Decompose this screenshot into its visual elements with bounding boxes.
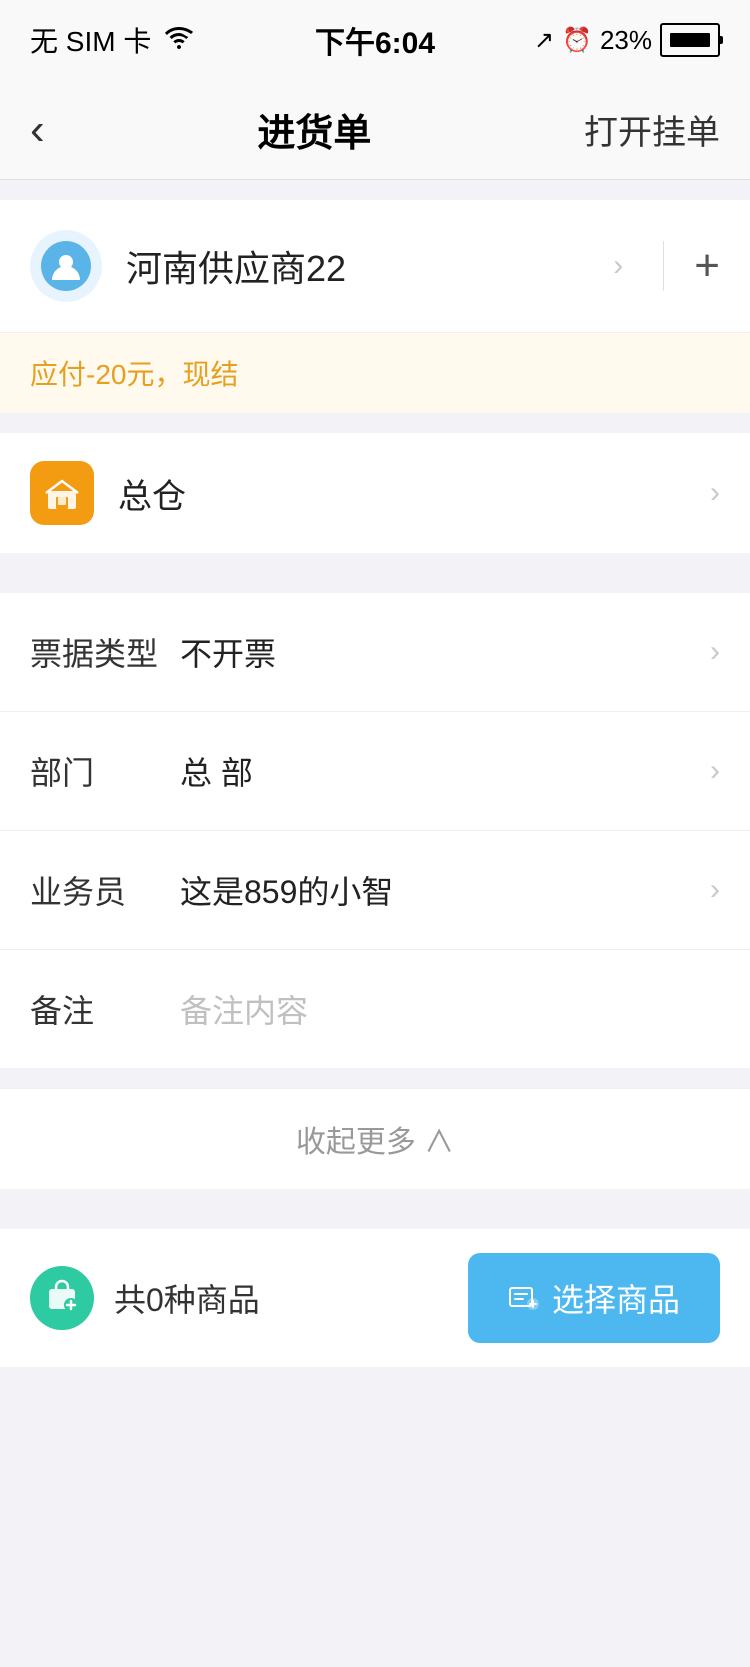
carrier-text: 无 SIM 卡 — [30, 20, 151, 60]
avatar-inner — [41, 241, 91, 291]
back-button[interactable]: ‹ — [30, 105, 45, 155]
product-count-label: 共0种商品 — [114, 1275, 468, 1321]
bottom-area — [0, 1367, 750, 1667]
supplier-avatar — [30, 230, 102, 302]
battery-icon — [660, 23, 720, 57]
warehouse-row[interactable]: 总仓 › — [0, 433, 750, 553]
product-bar: 共0种商品 选择商品 — [0, 1229, 750, 1367]
warehouse-name: 总仓 — [118, 469, 710, 518]
invoice-label: 票据类型 — [30, 629, 160, 675]
staff-value: 这是859的小智 — [160, 867, 710, 913]
wifi-icon — [161, 23, 197, 58]
location-icon: ↗ — [534, 26, 554, 55]
vertical-divider — [663, 241, 664, 291]
invoice-chevron-icon: › — [710, 635, 720, 669]
add-supplier-button[interactable]: + — [694, 241, 720, 291]
open-pending-button[interactable]: 打开挂单 — [584, 105, 720, 154]
supplier-notice: 应付-20元，现结 — [0, 333, 750, 413]
invoice-type-row[interactable]: 票据类型 不开票 › — [0, 593, 750, 712]
staff-row[interactable]: 业务员 这是859的小智 › — [0, 831, 750, 950]
section-divider-2 — [0, 553, 750, 573]
remark-input[interactable]: 备注内容 — [160, 986, 720, 1032]
staff-chevron-icon: › — [710, 873, 720, 907]
warehouse-section: 总仓 › — [0, 433, 750, 553]
product-icon — [30, 1266, 94, 1330]
collapse-button[interactable]: 收起更多 ∧ — [296, 1117, 454, 1161]
battery-text: 23% — [600, 25, 652, 56]
supplier-section: 河南供应商22 › + 应付-20元，现结 — [0, 200, 750, 413]
status-bar: 无 SIM 卡 下午6:04 ↗ ⏰ 23% — [0, 0, 750, 80]
warehouse-chevron-icon: › — [710, 476, 720, 510]
staff-label: 业务员 — [30, 867, 160, 913]
alarm-icon: ⏰ — [562, 26, 592, 55]
warehouse-icon — [30, 461, 94, 525]
select-product-label: 选择商品 — [552, 1275, 680, 1321]
dept-chevron-icon: › — [710, 754, 720, 788]
nav-bar: ‹ 进货单 打开挂单 — [0, 80, 750, 180]
section-divider-1 — [0, 413, 750, 433]
page-title: 进货单 — [257, 102, 371, 157]
supplier-row[interactable]: 河南供应商22 › + — [0, 200, 750, 333]
section-divider-3 — [0, 1189, 750, 1209]
status-right-icons: ↗ ⏰ 23% — [534, 23, 720, 57]
top-divider — [0, 180, 750, 200]
select-product-button[interactable]: 选择商品 — [468, 1253, 720, 1343]
dept-label: 部门 — [30, 748, 160, 794]
department-row[interactable]: 部门 总 部 › — [0, 712, 750, 831]
form-section: 票据类型 不开票 › 部门 总 部 › 业务员 这是859的小智 › 备注 备注… — [0, 593, 750, 1068]
carrier-info: 无 SIM 卡 — [30, 20, 197, 60]
invoice-value: 不开票 — [160, 629, 710, 675]
supplier-name: 河南供应商22 — [126, 240, 613, 292]
status-time: 下午6:04 — [315, 18, 435, 62]
dept-value: 总 部 — [160, 748, 710, 794]
remark-label: 备注 — [30, 986, 160, 1032]
supplier-chevron-icon: › — [613, 249, 623, 283]
remark-row[interactable]: 备注 备注内容 — [0, 950, 750, 1068]
collapse-section: 收起更多 ∧ — [0, 1088, 750, 1189]
